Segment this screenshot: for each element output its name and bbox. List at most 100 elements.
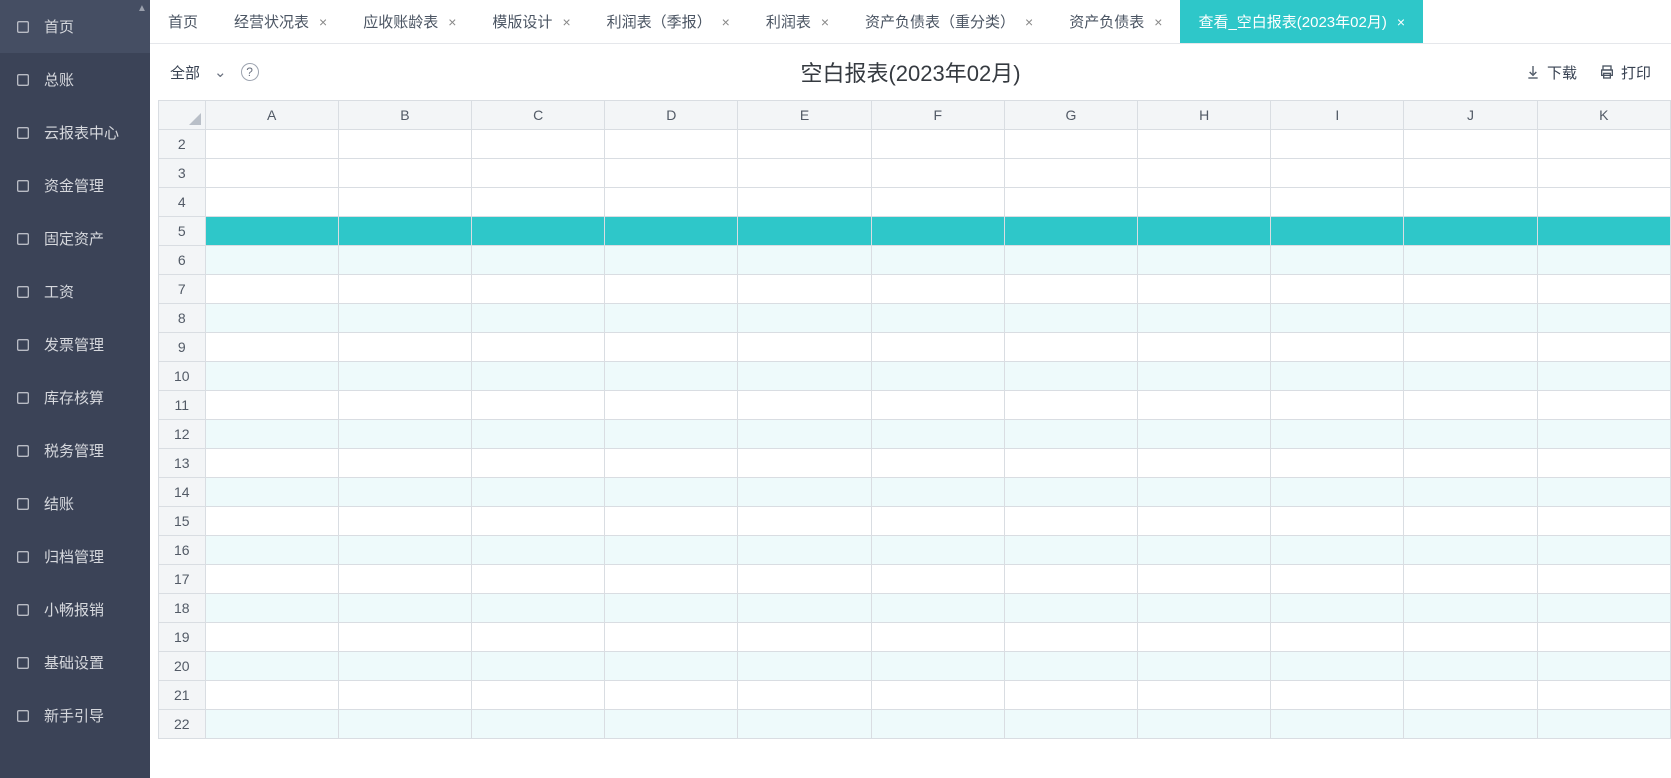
select-all-corner[interactable] (159, 101, 206, 130)
cell-D5[interactable] (605, 217, 738, 246)
cell-G13[interactable] (1004, 449, 1137, 478)
tab-2[interactable]: 应收账龄表× (345, 0, 474, 43)
cell-A15[interactable] (205, 507, 338, 536)
cell-A2[interactable] (205, 130, 338, 159)
cell-J7[interactable] (1404, 275, 1537, 304)
cell-C12[interactable] (472, 420, 605, 449)
cell-I15[interactable] (1271, 507, 1404, 536)
cell-G16[interactable] (1004, 536, 1137, 565)
cell-E11[interactable] (738, 391, 871, 420)
tab-1[interactable]: 经营状况表× (216, 0, 345, 43)
cell-H13[interactable] (1138, 449, 1271, 478)
cell-D6[interactable] (605, 246, 738, 275)
cell-J22[interactable] (1404, 710, 1537, 739)
cell-D19[interactable] (605, 623, 738, 652)
cell-E14[interactable] (738, 478, 871, 507)
cell-B7[interactable] (338, 275, 471, 304)
cell-J6[interactable] (1404, 246, 1537, 275)
cell-C5[interactable] (472, 217, 605, 246)
cell-J10[interactable] (1404, 362, 1537, 391)
cell-J21[interactable] (1404, 681, 1537, 710)
cell-G7[interactable] (1004, 275, 1137, 304)
cell-A5[interactable] (205, 217, 338, 246)
row-header-12[interactable]: 12 (159, 420, 206, 449)
cell-H5[interactable] (1138, 217, 1271, 246)
cell-J2[interactable] (1404, 130, 1537, 159)
cell-C13[interactable] (472, 449, 605, 478)
cell-B13[interactable] (338, 449, 471, 478)
cell-K17[interactable] (1537, 565, 1670, 594)
cell-A20[interactable] (205, 652, 338, 681)
cell-A19[interactable] (205, 623, 338, 652)
cell-K5[interactable] (1537, 217, 1670, 246)
cell-C9[interactable] (472, 333, 605, 362)
cell-C22[interactable] (472, 710, 605, 739)
row-header-17[interactable]: 17 (159, 565, 206, 594)
cell-I6[interactable] (1271, 246, 1404, 275)
cell-H16[interactable] (1138, 536, 1271, 565)
cell-G19[interactable] (1004, 623, 1137, 652)
cell-H20[interactable] (1138, 652, 1271, 681)
cell-K13[interactable] (1537, 449, 1670, 478)
cell-I12[interactable] (1271, 420, 1404, 449)
cell-I10[interactable] (1271, 362, 1404, 391)
cell-G3[interactable] (1004, 159, 1137, 188)
cell-I19[interactable] (1271, 623, 1404, 652)
cell-D17[interactable] (605, 565, 738, 594)
cell-F6[interactable] (871, 246, 1004, 275)
cell-E10[interactable] (738, 362, 871, 391)
sidebar-item-13[interactable]: 新手引导 (0, 689, 150, 742)
cell-H17[interactable] (1138, 565, 1271, 594)
cell-F5[interactable] (871, 217, 1004, 246)
cell-C4[interactable] (472, 188, 605, 217)
cell-C7[interactable] (472, 275, 605, 304)
cell-G9[interactable] (1004, 333, 1137, 362)
cell-H6[interactable] (1138, 246, 1271, 275)
cell-B21[interactable] (338, 681, 471, 710)
cell-C17[interactable] (472, 565, 605, 594)
cell-I3[interactable] (1271, 159, 1404, 188)
cell-K11[interactable] (1537, 391, 1670, 420)
cell-E18[interactable] (738, 594, 871, 623)
cell-C6[interactable] (472, 246, 605, 275)
cell-D10[interactable] (605, 362, 738, 391)
cell-A13[interactable] (205, 449, 338, 478)
cell-D21[interactable] (605, 681, 738, 710)
row-header-7[interactable]: 7 (159, 275, 206, 304)
cell-I5[interactable] (1271, 217, 1404, 246)
cell-K22[interactable] (1537, 710, 1670, 739)
close-icon[interactable]: × (821, 14, 829, 30)
sidebar-item-6[interactable]: 发票管理 (0, 318, 150, 371)
cell-F2[interactable] (871, 130, 1004, 159)
cell-C3[interactable] (472, 159, 605, 188)
sidebar-item-8[interactable]: 税务管理 (0, 424, 150, 477)
cell-A11[interactable] (205, 391, 338, 420)
cell-H12[interactable] (1138, 420, 1271, 449)
row-header-4[interactable]: 4 (159, 188, 206, 217)
cell-J12[interactable] (1404, 420, 1537, 449)
tab-6[interactable]: 资产负债表（重分类）× (847, 0, 1051, 43)
cell-E16[interactable] (738, 536, 871, 565)
cell-E2[interactable] (738, 130, 871, 159)
sidebar-item-2[interactable]: 云报表中心 (0, 106, 150, 159)
cell-H14[interactable] (1138, 478, 1271, 507)
cell-E20[interactable] (738, 652, 871, 681)
cell-C11[interactable] (472, 391, 605, 420)
cell-D2[interactable] (605, 130, 738, 159)
cell-G5[interactable] (1004, 217, 1137, 246)
cell-F13[interactable] (871, 449, 1004, 478)
column-header-F[interactable]: F (871, 101, 1004, 130)
cell-E6[interactable] (738, 246, 871, 275)
row-header-20[interactable]: 20 (159, 652, 206, 681)
cell-I7[interactable] (1271, 275, 1404, 304)
cell-B22[interactable] (338, 710, 471, 739)
cell-F3[interactable] (871, 159, 1004, 188)
cell-K12[interactable] (1537, 420, 1670, 449)
cell-J5[interactable] (1404, 217, 1537, 246)
sidebar-item-0[interactable]: 首页 (0, 0, 150, 53)
cell-B9[interactable] (338, 333, 471, 362)
cell-I20[interactable] (1271, 652, 1404, 681)
cell-K19[interactable] (1537, 623, 1670, 652)
column-header-H[interactable]: H (1138, 101, 1271, 130)
cell-B4[interactable] (338, 188, 471, 217)
